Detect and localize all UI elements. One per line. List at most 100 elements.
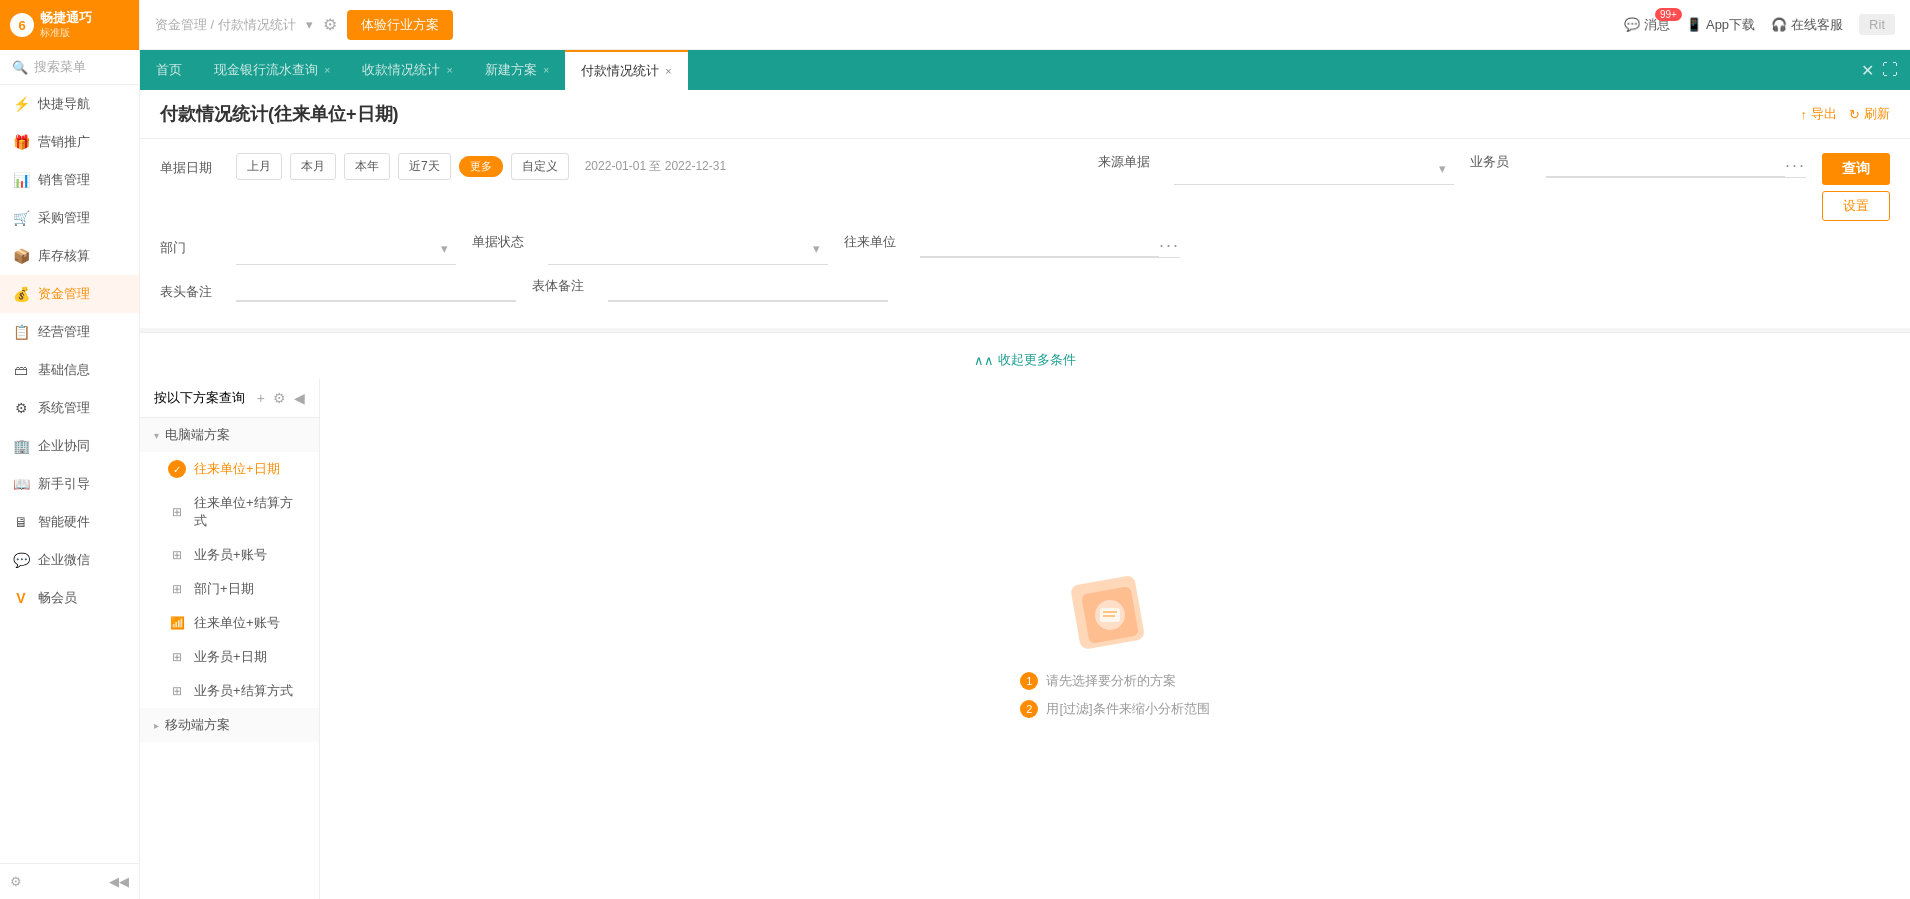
logo-name: 畅捷通巧 bbox=[40, 10, 92, 26]
dept-filter-select[interactable] bbox=[236, 233, 456, 265]
dept-input[interactable] bbox=[244, 237, 437, 260]
source-chevron-icon bbox=[1439, 161, 1446, 176]
status-input[interactable] bbox=[556, 237, 809, 260]
sidebar-settings-icon[interactable]: ⚙ bbox=[10, 874, 22, 889]
salesman-more-icon[interactable]: ··· bbox=[1785, 155, 1806, 176]
message-button[interactable]: 💬 消息 99+ bbox=[1624, 16, 1670, 34]
dept-filter-label: 部门 bbox=[160, 233, 220, 257]
tab-home[interactable]: 首页 bbox=[140, 50, 198, 90]
scheme-item-salesman-date[interactable]: ⊞ 业务员+日期 bbox=[140, 640, 319, 674]
sidebar-item-label: 畅会员 bbox=[38, 589, 77, 607]
date-btn-more[interactable]: 更多 bbox=[459, 156, 503, 177]
partner-input[interactable] bbox=[920, 233, 1159, 257]
filter-row-1: 单据日期 上月 本月 本年 近7天 更多 自定义 2022-01-01 至 20… bbox=[160, 153, 1890, 221]
search-label: 搜索菜单 bbox=[34, 58, 86, 76]
sidebar-item-hardware[interactable]: 🖥 智能硬件 bbox=[0, 503, 139, 541]
scheme-desktop-label: 电脑端方案 bbox=[165, 426, 230, 444]
tab-receipt-stats[interactable]: 收款情况统计 × bbox=[346, 50, 468, 90]
date-btn-this-year[interactable]: 本年 bbox=[344, 153, 390, 180]
tab-payment-stats-label: 付款情况统计 bbox=[581, 62, 659, 80]
setting-button[interactable]: 设置 bbox=[1822, 191, 1890, 221]
tab-bank-flow-close[interactable]: × bbox=[324, 64, 330, 76]
export-button[interactable]: ↑ 导出 bbox=[1801, 105, 1838, 123]
sidebar-item-purchase[interactable]: 🛒 采购管理 bbox=[0, 199, 139, 237]
status-filter-select[interactable] bbox=[548, 233, 828, 265]
tab-payment-stats[interactable]: 付款情况统计 × bbox=[565, 50, 687, 90]
collapse-label: 收起更多条件 bbox=[998, 351, 1076, 369]
scheme-desktop-group-title[interactable]: ▾ 电脑端方案 bbox=[140, 418, 319, 452]
sidebar-item-guide[interactable]: 📖 新手引导 bbox=[0, 465, 139, 503]
filter-row-2: 部门 单据状态 往来单位 ··· bbox=[160, 233, 1890, 265]
scheme-item-salesman-settle[interactable]: ⊞ 业务员+结算方式 bbox=[140, 674, 319, 708]
empty-state: 1 请先选择要分析的方案 2 用[过滤]条件来缩小分析范围 bbox=[1020, 560, 1209, 718]
salesman-input[interactable] bbox=[1546, 153, 1785, 177]
topbar-chevron-icon[interactable]: ▾ bbox=[306, 17, 313, 32]
scheme-item-dept-date[interactable]: ⊞ 部门+日期 bbox=[140, 572, 319, 606]
status-chevron-icon bbox=[813, 241, 820, 256]
tab-maximize-icon[interactable]: ⛶ bbox=[1882, 61, 1898, 79]
scheme-item-partner-account[interactable]: 📶 往来单位+账号 bbox=[140, 606, 319, 640]
sidebar-item-capital[interactable]: 💰 资金管理 bbox=[0, 275, 139, 313]
sidebar-collapse-icon[interactable]: ◀◀ bbox=[109, 874, 129, 889]
tab-new-scheme-close[interactable]: × bbox=[543, 64, 549, 76]
query-button[interactable]: 查询 bbox=[1822, 153, 1890, 185]
date-btn-custom[interactable]: 自定义 bbox=[511, 153, 569, 180]
trial-button[interactable]: 体验行业方案 bbox=[347, 10, 453, 40]
sidebar-bottom: ⚙ ◀◀ bbox=[0, 863, 139, 899]
topbar-settings-icon[interactable]: ⚙ bbox=[323, 15, 337, 34]
scheme-item-label: 业务员+账号 bbox=[194, 546, 267, 564]
sidebar-item-basic[interactable]: 🗃 基础信息 bbox=[0, 351, 139, 389]
scheme-item-partner-date[interactable]: ✓ 往来单位+日期 bbox=[140, 452, 319, 486]
hint-num-1: 1 bbox=[1020, 672, 1038, 690]
scheme-collapse-icon[interactable]: ◀ bbox=[294, 390, 305, 406]
sidebar-item-label: 资金管理 bbox=[38, 285, 90, 303]
refresh-button[interactable]: ↻ 刷新 bbox=[1849, 105, 1890, 123]
sidebar-search[interactable]: 🔍 搜索菜单 bbox=[0, 50, 139, 85]
sidebar-item-marketing[interactable]: 🎁 营销推广 bbox=[0, 123, 139, 161]
service-label: 在线客服 bbox=[1791, 16, 1843, 34]
sidebar-item-inventory[interactable]: 📦 库存核算 bbox=[0, 237, 139, 275]
app-icon: 📱 bbox=[1686, 17, 1702, 32]
date-filter-label: 单据日期 bbox=[160, 153, 220, 177]
tab-bank-flow-label: 现金银行流水查询 bbox=[214, 61, 318, 79]
main-area: 资金管理 / 付款情况统计 ▾ ⚙ 体验行业方案 💬 消息 99+ 📱 App下… bbox=[140, 0, 1910, 899]
enterprise-icon: 🏢 bbox=[12, 437, 30, 455]
collapse-button[interactable]: ∧∧ 收起更多条件 bbox=[974, 351, 1076, 369]
sidebar-item-system[interactable]: ⚙ 系统管理 bbox=[0, 389, 139, 427]
date-btn-this-month[interactable]: 本月 bbox=[290, 153, 336, 180]
source-input[interactable] bbox=[1182, 157, 1435, 180]
app-download-button[interactable]: 📱 App下载 bbox=[1686, 16, 1755, 34]
source-filter-select[interactable] bbox=[1174, 153, 1454, 185]
scheme-settings-icon[interactable]: ⚙ bbox=[273, 390, 286, 406]
tab-bank-flow[interactable]: 现金银行流水查询 × bbox=[198, 50, 346, 90]
scheme-active-dot: ✓ bbox=[168, 460, 186, 478]
svg-rect-3 bbox=[1100, 608, 1120, 622]
user-menu[interactable]: Rit bbox=[1859, 14, 1895, 35]
sidebar-item-operation[interactable]: 📋 经营管理 bbox=[0, 313, 139, 351]
tab-payment-stats-close[interactable]: × bbox=[665, 65, 671, 77]
purchase-icon: 🛒 bbox=[12, 209, 30, 227]
sidebar-item-quick-nav[interactable]: ⚡ 快捷导航 bbox=[0, 85, 139, 123]
sidebar-item-wechat[interactable]: 💬 企业微信 bbox=[0, 541, 139, 579]
status-filter-label: 单据状态 bbox=[472, 233, 532, 251]
sidebar-item-label: 系统管理 bbox=[38, 399, 90, 417]
scheme-add-icon[interactable]: + bbox=[257, 390, 265, 406]
body-note-input[interactable] bbox=[608, 277, 888, 301]
date-btn-7days[interactable]: 近7天 bbox=[398, 153, 451, 180]
tab-receipt-stats-close[interactable]: × bbox=[446, 64, 452, 76]
filter-row-3: 表头备注 表体备注 bbox=[160, 277, 1890, 302]
sidebar-item-enterprise[interactable]: 🏢 企业协同 bbox=[0, 427, 139, 465]
tab-new-scheme[interactable]: 新建方案 × bbox=[469, 50, 565, 90]
tabs-right-actions: ✕ ⛶ bbox=[1849, 61, 1910, 80]
quick-nav-icon: ⚡ bbox=[12, 95, 30, 113]
scheme-item-salesman-account[interactable]: ⊞ 业务员+账号 bbox=[140, 538, 319, 572]
sidebar-item-sales[interactable]: 📊 销售管理 bbox=[0, 161, 139, 199]
scheme-mobile-group-title[interactable]: ▸ 移动端方案 bbox=[140, 708, 319, 742]
partner-more-icon[interactable]: ··· bbox=[1159, 235, 1180, 256]
service-button[interactable]: 🎧 在线客服 bbox=[1771, 16, 1843, 34]
date-btn-last-month[interactable]: 上月 bbox=[236, 153, 282, 180]
scheme-item-partner-settle[interactable]: ⊞ 往来单位+结算方式 bbox=[140, 486, 319, 538]
sidebar-item-vip[interactable]: V 畅会员 bbox=[0, 579, 139, 617]
header-note-input[interactable] bbox=[236, 277, 516, 301]
tab-close-all-icon[interactable]: ✕ bbox=[1861, 61, 1874, 80]
